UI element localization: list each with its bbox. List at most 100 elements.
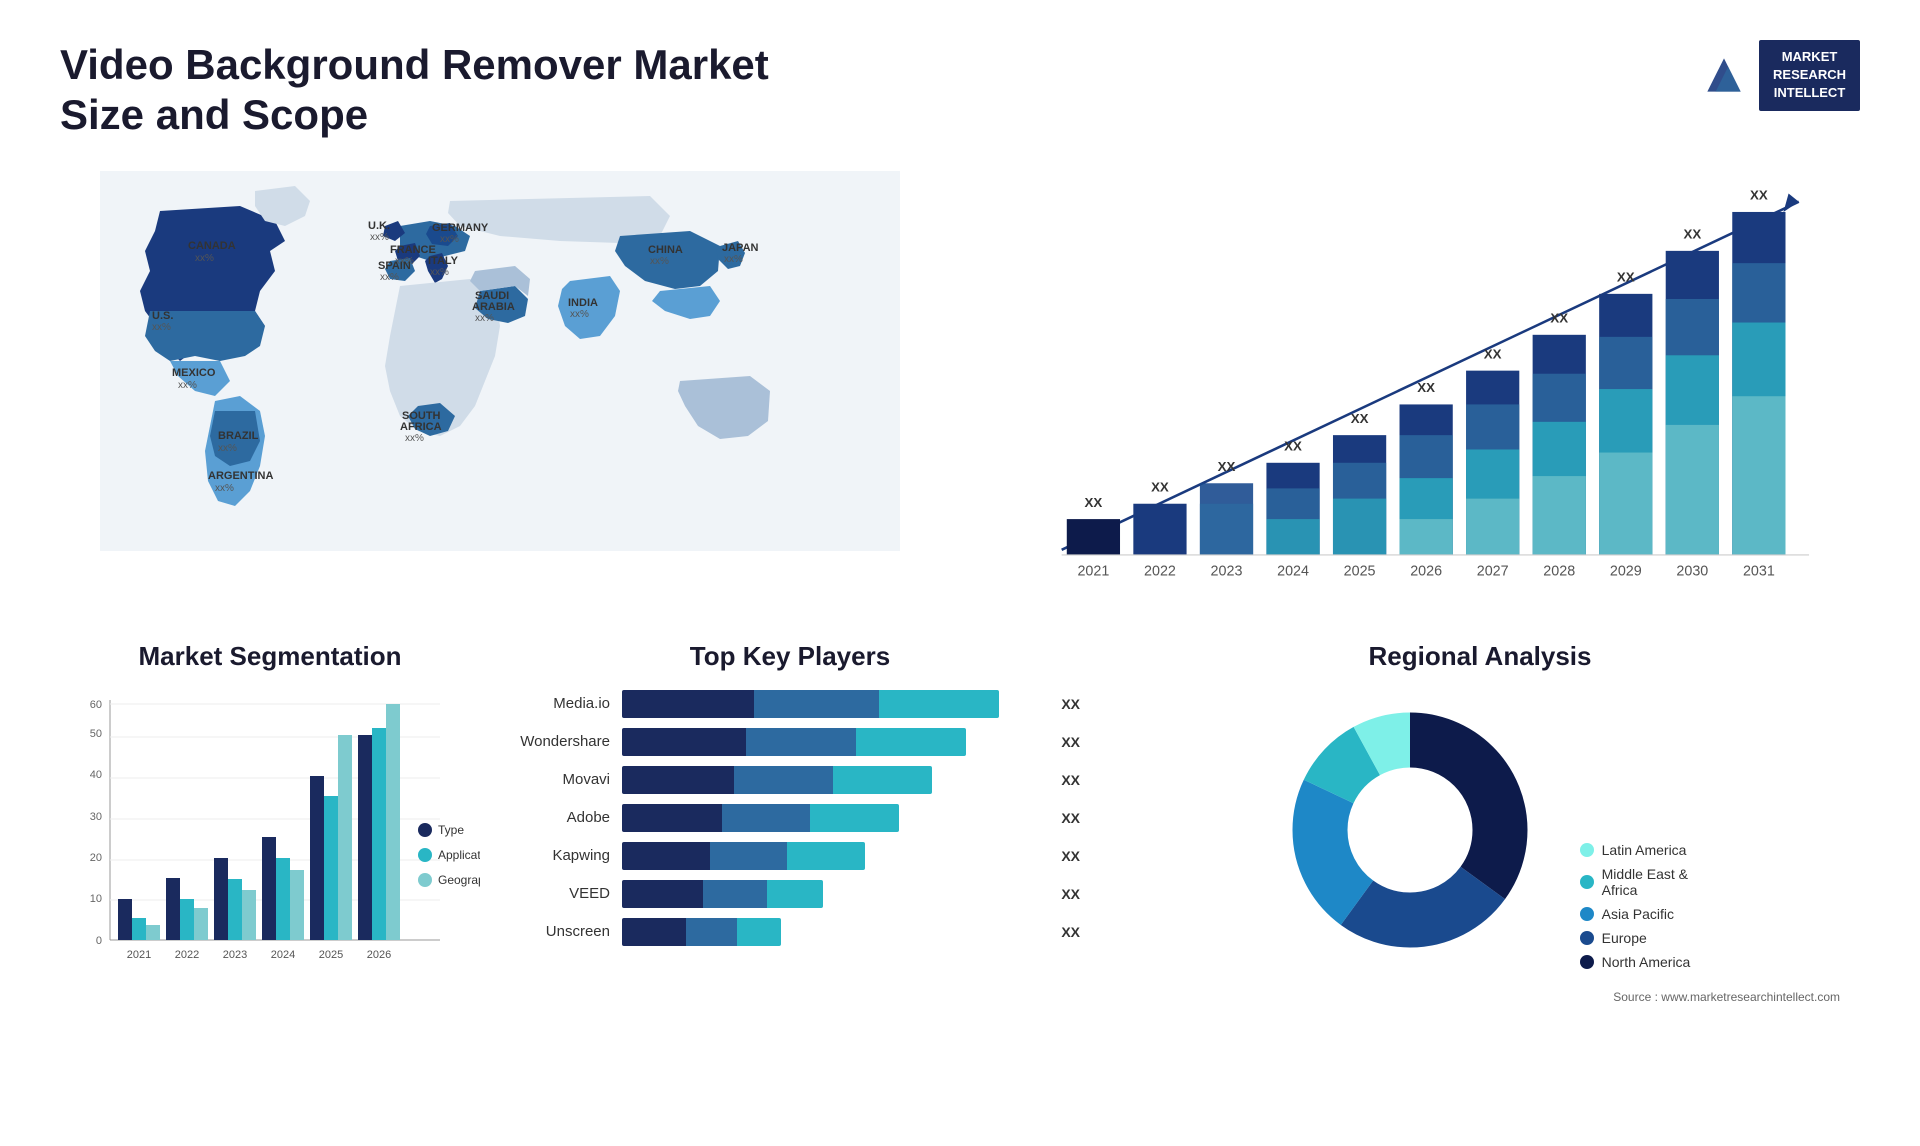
player-label: XX	[1061, 690, 1080, 718]
source-text: Source : www.marketresearchintellect.com	[1100, 990, 1860, 1004]
player-bar-container	[622, 690, 1041, 718]
key-players-title: Top Key Players	[500, 641, 1080, 672]
svg-text:2028: 2028	[1543, 563, 1575, 579]
svg-text:2025: 2025	[319, 949, 343, 961]
svg-text:10: 10	[90, 893, 102, 905]
player-name: Wondershare	[500, 733, 610, 750]
player-label: XX	[1061, 766, 1080, 794]
svg-text:XX: XX	[1218, 459, 1236, 474]
legend-dot	[1580, 955, 1594, 969]
svg-text:XX: XX	[1417, 380, 1435, 395]
legend-dot	[1580, 907, 1594, 921]
canada-label: CANADA	[188, 240, 236, 252]
svg-text:2031: 2031	[1743, 563, 1775, 579]
us-label: U.S.	[152, 310, 173, 322]
svg-text:XX: XX	[1085, 495, 1103, 510]
page-title: Video Background Remover Market Size and…	[60, 40, 860, 141]
svg-text:50: 50	[90, 728, 102, 740]
argentina-value: xx%	[215, 483, 234, 494]
svg-text:2024: 2024	[271, 949, 295, 961]
uk-label: U.K.	[368, 220, 390, 232]
player-bar-container	[622, 880, 1041, 908]
mexico-value: xx%	[178, 380, 197, 391]
uk-value: xx%	[370, 232, 389, 243]
player-name: Media.io	[500, 695, 610, 712]
player-bar	[622, 880, 823, 908]
legend-dot	[1580, 843, 1594, 857]
svg-text:XX: XX	[1151, 479, 1169, 494]
header: Video Background Remover Market Size and…	[60, 40, 1860, 141]
player-label: XX	[1061, 918, 1080, 946]
svg-text:2021: 2021	[1077, 563, 1109, 579]
player-row: Movavi XX	[500, 766, 1080, 794]
germany-label: GERMANY	[432, 222, 489, 234]
player-bar	[622, 690, 999, 718]
svg-text:2025: 2025	[1344, 563, 1376, 579]
saudi-value: xx%	[475, 313, 494, 324]
segmentation-chart: 0 10 20 30 40 50 60	[60, 690, 480, 1000]
argentina-label: ARGENTINA	[208, 470, 273, 482]
player-row: Wondershare XX	[500, 728, 1080, 756]
logo-text: MARKET RESEARCH INTELLECT	[1759, 40, 1860, 111]
regional-title: Regional Analysis	[1100, 641, 1860, 672]
regional-area: Regional Analysis	[1100, 641, 1860, 1061]
italy-label: ITALY	[428, 255, 459, 267]
player-bar-container	[622, 766, 1041, 794]
player-name: Adobe	[500, 809, 610, 826]
svg-text:XX: XX	[1351, 411, 1369, 426]
svg-text:XX: XX	[1284, 438, 1302, 453]
player-name: Kapwing	[500, 847, 610, 864]
italy-value: xx%	[430, 267, 449, 278]
southafrica-value: xx%	[405, 433, 424, 444]
svg-text:XX: XX	[1750, 187, 1768, 202]
player-label: XX	[1061, 842, 1080, 870]
legend-label: Middle East &Africa	[1602, 866, 1688, 898]
svg-text:40: 40	[90, 769, 102, 781]
svg-text:2023: 2023	[1211, 563, 1243, 579]
germany-value: xx%	[440, 234, 459, 245]
spain-value: xx%	[380, 272, 399, 283]
svg-text:0: 0	[96, 935, 102, 947]
player-bar	[622, 804, 899, 832]
japan-value: xx%	[724, 254, 743, 265]
legend-label: North America	[1602, 954, 1691, 970]
player-row: VEED XX	[500, 880, 1080, 908]
logo-area: MARKET RESEARCH INTELLECT	[1699, 40, 1860, 111]
svg-text:2022: 2022	[175, 949, 199, 961]
svg-text:XX: XX	[1484, 346, 1502, 361]
player-row: Unscreen XX	[500, 918, 1080, 946]
legend-label: Latin America	[1602, 842, 1687, 858]
brazil-label: BRAZIL	[218, 430, 259, 442]
key-players-area: Top Key Players Media.io XX Wondershare	[500, 641, 1080, 1061]
legend-label: Europe	[1602, 930, 1647, 946]
svg-text:60: 60	[90, 699, 102, 711]
india-value: xx%	[570, 309, 589, 320]
player-bar-container	[622, 728, 1041, 756]
world-map: CANADA xx% U.S. xx% MEXICO xx% BRAZIL xx…	[60, 171, 940, 551]
svg-text:2026: 2026	[1410, 563, 1442, 579]
legend-dot	[1580, 875, 1594, 889]
growth-chart: XX XX XX XX XX	[980, 171, 1860, 601]
logo-icon	[1699, 50, 1749, 100]
legend-label: Asia Pacific	[1602, 906, 1674, 922]
player-label: XX	[1061, 728, 1080, 756]
svg-text:2026: 2026	[367, 949, 391, 961]
player-bar-container	[622, 918, 1041, 946]
svg-text:30: 30	[90, 811, 102, 823]
legend-item: Middle East &Africa	[1580, 866, 1691, 898]
player-bar	[622, 766, 932, 794]
player-name: VEED	[500, 885, 610, 902]
brazil-value: xx%	[218, 443, 237, 454]
segmentation-title: Market Segmentation	[60, 641, 480, 672]
svg-text:XX: XX	[1617, 269, 1635, 284]
svg-text:2022: 2022	[1144, 563, 1176, 579]
legend-item: North America	[1580, 954, 1691, 970]
svg-text:2024: 2024	[1277, 563, 1309, 579]
player-row: Kapwing XX	[500, 842, 1080, 870]
donut-chart	[1270, 690, 1550, 970]
japan-label: JAPAN	[722, 242, 759, 254]
mexico-label: MEXICO	[172, 367, 216, 379]
legend-dot	[1580, 931, 1594, 945]
svg-text:2027: 2027	[1477, 563, 1509, 579]
player-label: XX	[1061, 880, 1080, 908]
